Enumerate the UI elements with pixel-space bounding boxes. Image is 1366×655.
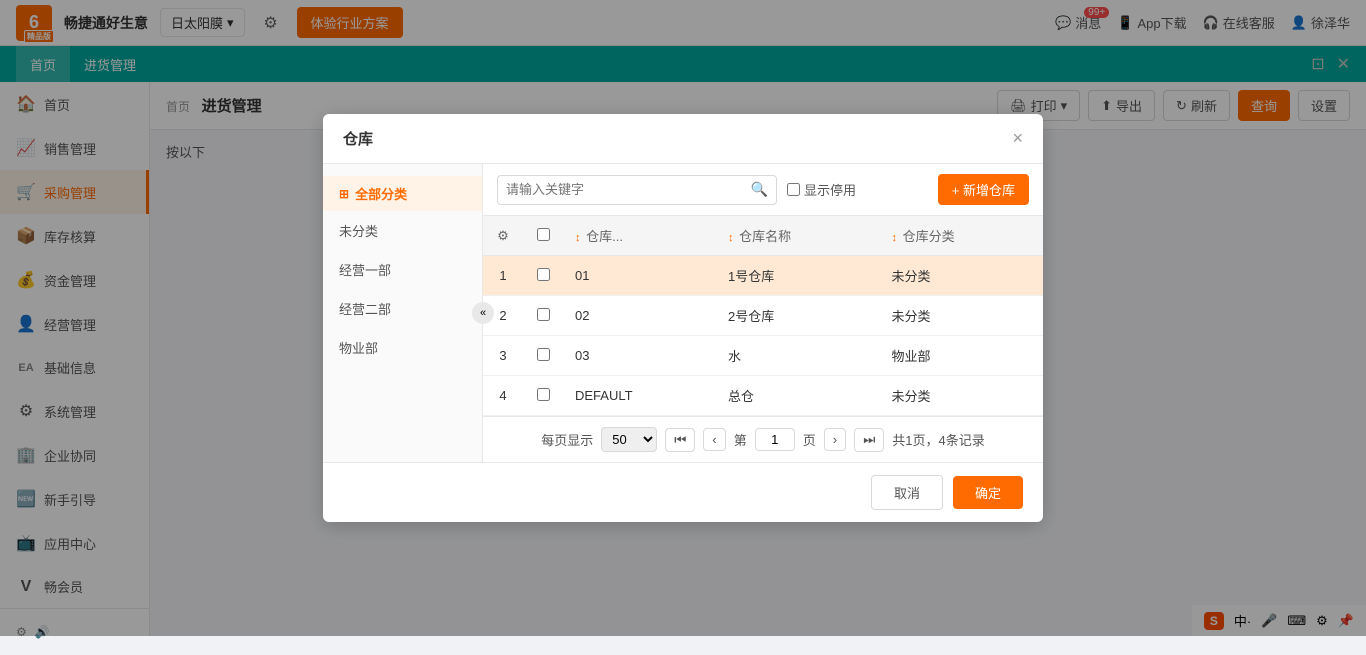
- row-code: 02: [563, 296, 716, 336]
- show-disabled-wrap: 显示停用: [787, 180, 856, 199]
- page-suffix: 页: [803, 430, 816, 449]
- row-category: 未分类: [880, 296, 1044, 336]
- pagination: 每页显示 50 10 20 100 ⏮ ‹ 第 页 › ⏭ 共1页，4条记录: [483, 416, 1043, 462]
- row-select-checkbox[interactable]: [537, 268, 550, 281]
- row-code: 03: [563, 336, 716, 376]
- row-checkbox: [523, 296, 563, 336]
- show-disabled-label: 显示停用: [804, 180, 856, 199]
- category-panel: ⊞ 全部分类 未分类 经营一部 经营二部 物业部 «: [323, 164, 483, 462]
- grid-icon: ⊞: [339, 187, 349, 201]
- new-warehouse-button[interactable]: + 新增仓库: [938, 174, 1029, 205]
- row-num: 3: [483, 336, 523, 376]
- per-page-label: 每页显示: [541, 430, 593, 449]
- modal-close-button[interactable]: ×: [1012, 128, 1023, 149]
- warehouse-table: ⚙ ↕ 仓库... ↕: [483, 216, 1043, 416]
- row-select-checkbox[interactable]: [537, 308, 550, 321]
- total-info: 共1页，4条记录: [892, 430, 984, 449]
- row-name: 总仓: [716, 376, 879, 416]
- col-category: ↕ 仓库分类: [880, 216, 1044, 256]
- sort-icon: ↕: [728, 232, 734, 244]
- row-code: DEFAULT: [563, 376, 716, 416]
- page-input[interactable]: [755, 428, 795, 451]
- row-checkbox: [523, 256, 563, 296]
- row-checkbox: [523, 336, 563, 376]
- modal-overlay: 仓库 × ⊞ 全部分类 未分类 经营一部 经营二部: [0, 0, 1366, 636]
- collapse-panel-button[interactable]: «: [472, 302, 494, 324]
- per-page-select[interactable]: 50 10 20 100: [601, 427, 657, 452]
- col-check: [523, 216, 563, 256]
- row-checkbox: [523, 376, 563, 416]
- show-disabled-checkbox[interactable]: [787, 183, 800, 196]
- table-row[interactable]: 3 03 水 物业部: [483, 336, 1043, 376]
- page-last-button[interactable]: ⏭: [854, 428, 884, 452]
- row-name: 水: [716, 336, 879, 376]
- search-input-wrap: 🔍: [497, 175, 777, 205]
- confirm-button[interactable]: 确定: [953, 476, 1023, 509]
- col-code: ↕ 仓库...: [563, 216, 716, 256]
- row-code: 01: [563, 256, 716, 296]
- table-row[interactable]: 2 02 2号仓库 未分类: [483, 296, 1043, 336]
- category-item-property[interactable]: 物业部: [323, 328, 482, 367]
- row-num: 4: [483, 376, 523, 416]
- col-name: ↕ 仓库名称: [716, 216, 879, 256]
- row-category: 未分类: [880, 256, 1044, 296]
- row-name: 2号仓库: [716, 296, 879, 336]
- category-all-label: 全部分类: [355, 184, 407, 203]
- search-icon: 🔍: [751, 181, 768, 198]
- table-panel: 🔍 显示停用 + 新增仓库 ⚙: [483, 164, 1043, 462]
- row-category: 物业部: [880, 336, 1044, 376]
- gear-col-icon[interactable]: ⚙: [497, 228, 509, 243]
- category-item-unclassified[interactable]: 未分类: [323, 211, 482, 250]
- table-wrap: ⚙ ↕ 仓库... ↕: [483, 216, 1043, 416]
- modal-footer: 取消 确定: [323, 462, 1043, 522]
- page-prev-button[interactable]: ‹: [703, 428, 725, 451]
- row-category: 未分类: [880, 376, 1044, 416]
- row-select-checkbox[interactable]: [537, 348, 550, 361]
- category-item-ops2[interactable]: 经营二部: [323, 289, 482, 328]
- col-gear: ⚙: [483, 216, 523, 256]
- page-label: 第: [734, 430, 747, 449]
- sort-icon: ↕: [575, 232, 581, 244]
- category-item-ops1[interactable]: 经营一部: [323, 250, 482, 289]
- table-row[interactable]: 1 01 1号仓库 未分类: [483, 256, 1043, 296]
- cancel-button[interactable]: 取消: [871, 475, 943, 510]
- modal-header: 仓库 ×: [323, 114, 1043, 164]
- select-all-checkbox[interactable]: [537, 228, 550, 241]
- search-input[interactable]: [506, 182, 751, 197]
- sort-icon: ↕: [892, 232, 898, 244]
- table-toolbar: 🔍 显示停用 + 新增仓库: [483, 164, 1043, 216]
- modal-body: ⊞ 全部分类 未分类 经营一部 经营二部 物业部 «: [323, 164, 1043, 462]
- row-actions: 1: [483, 256, 523, 296]
- table-row[interactable]: 4 DEFAULT 总仓 未分类: [483, 376, 1043, 416]
- warehouse-modal: 仓库 × ⊞ 全部分类 未分类 经营一部 经营二部: [323, 114, 1043, 522]
- category-all[interactable]: ⊞ 全部分类: [323, 176, 482, 211]
- page-next-button[interactable]: ›: [824, 428, 846, 451]
- modal-title: 仓库: [343, 128, 373, 149]
- page-first-button[interactable]: ⏮: [665, 428, 695, 452]
- row-name: 1号仓库: [716, 256, 879, 296]
- row-select-checkbox[interactable]: [537, 388, 550, 401]
